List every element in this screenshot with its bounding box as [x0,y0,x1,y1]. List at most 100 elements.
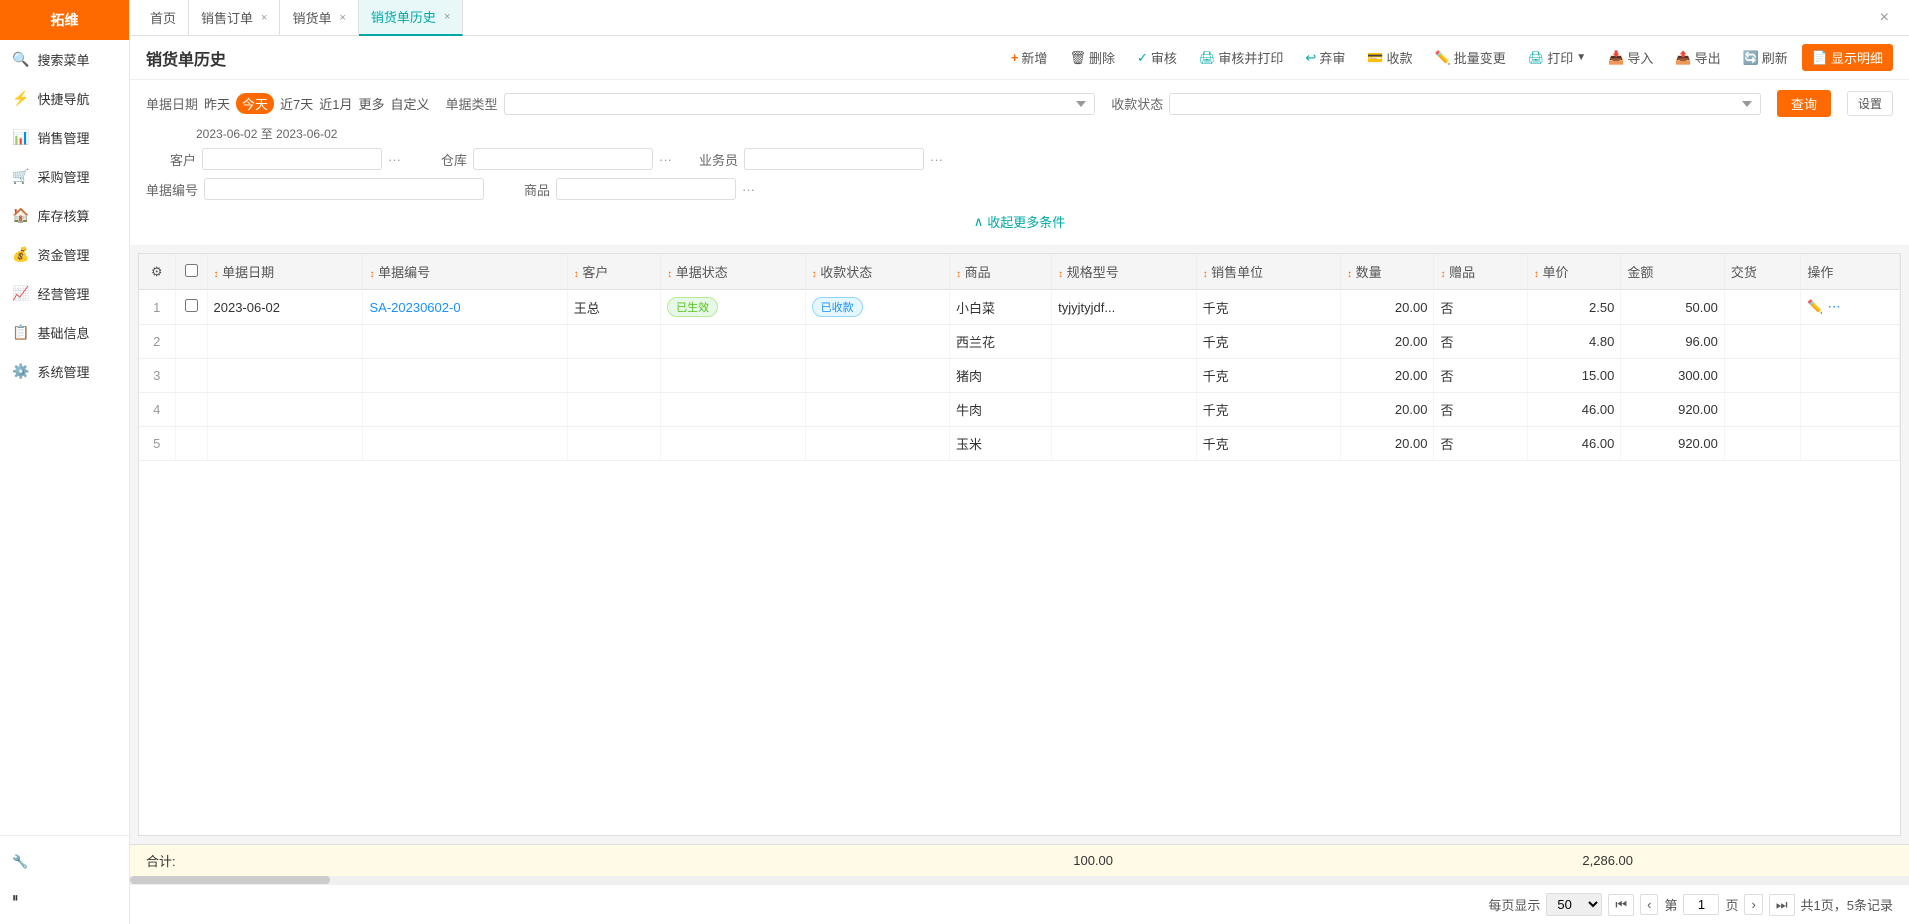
filter-date: 单据日期 昨天 今天 近7天 近1月 更多 自定义 [146,93,430,114]
edit-icon[interactable]: ✏️ [1807,299,1823,314]
sidebar-item-operation-mgmt[interactable]: 📈 经营管理 [0,274,129,313]
goods-dots[interactable]: ··· [742,182,755,197]
add-label: 新增 [1021,48,1047,67]
next-page-button[interactable]: › [1744,894,1762,915]
horizontal-scrollbar[interactable] [130,876,1909,884]
add-button[interactable]: + 新增 [1003,44,1056,71]
shortcut-more[interactable]: 更多 [359,94,385,113]
export-button[interactable]: 📤 导出 [1667,44,1728,71]
col-doc-status[interactable]: ↕ 单据状态 [661,254,805,290]
sidebar-item-basic-info[interactable]: 📋 基础信息 [0,313,129,352]
sidebar-item-label: 资金管理 [37,245,89,264]
batch-change-button[interactable]: ✏️ 批量变更 [1427,44,1514,71]
cell-checkbox[interactable] [175,427,207,461]
delete-button[interactable]: 🗑 删除 [1061,44,1123,71]
customer-input[interactable] [202,148,382,170]
cell-unit-price: 4.80 [1527,325,1620,359]
print-button[interactable]: 🖨 打印 ▼ [1520,44,1594,71]
goods-input[interactable] [556,178,736,200]
payment-status-select[interactable] [1169,93,1761,115]
date-range-display: 2023-06-02 至 2023-06-02 [196,125,337,142]
cell-qty: 20.00 [1341,393,1434,427]
row-checkbox[interactable] [185,299,198,312]
tabs-bar-close-all[interactable]: × [1868,9,1901,27]
sidebar-item-finance-mgmt[interactable]: 💰 资金管理 [0,235,129,274]
cell-checkbox[interactable] [175,325,207,359]
col-unit-price[interactable]: ↕ 单价 [1527,254,1620,290]
tab-home[interactable]: 首页 [138,0,189,36]
abandon-button[interactable]: ↩ 弃审 [1297,44,1353,71]
cell-operation [1801,393,1900,427]
sidebar-item-purchase-mgmt[interactable]: 🛒 采购管理 [0,157,129,196]
first-page-button[interactable]: ⏮ [1608,894,1634,916]
tab-sales-goods-close[interactable]: × [339,12,345,24]
sidebar-item-label: 搜索菜单 [37,50,89,69]
col-payment-status[interactable]: ↕ 收款状态 [805,254,949,290]
col-customer[interactable]: ↕ 客户 [567,254,660,290]
shortcut-1month[interactable]: 近1月 [319,94,352,113]
tab-sales-goods[interactable]: 销货单 × [280,0,358,36]
sidebar-item-sales-mgmt[interactable]: 📊 销售管理 [0,118,129,157]
query-button[interactable]: 查询 [1777,90,1831,117]
prev-page-button[interactable]: ‹ [1640,894,1658,915]
sidebar-item-search-menu[interactable]: 🔍 搜索菜单 [0,40,129,79]
tab-sales-goods-history[interactable]: 销货单历史 × [359,0,463,36]
sidebar-settings-btn[interactable]: 🔧 [0,844,129,880]
col-goods[interactable]: ↕ 商品 [950,254,1052,290]
tab-sales-order[interactable]: 销售订单 × [189,0,280,36]
shortcut-custom[interactable]: 自定义 [391,94,430,113]
shortcut-yesterday[interactable]: 昨天 [204,94,230,113]
import-button[interactable]: 📥 导入 [1600,44,1661,71]
page-input[interactable] [1683,894,1719,915]
col-unit[interactable]: ↕ 销售单位 [1196,254,1340,290]
cell-customer [567,359,660,393]
customer-dots[interactable]: ··· [388,152,401,167]
cell-checkbox[interactable] [175,290,207,325]
doc-no-input[interactable] [204,178,484,200]
tab-sales-goods-history-close[interactable]: × [444,11,450,23]
sidebar-pause-btn[interactable]: ⏸ [0,880,129,916]
select-all-checkbox[interactable] [185,264,198,277]
more-icon[interactable]: ⋯ [1828,299,1841,314]
cell-checkbox[interactable] [175,359,207,393]
shortcut-7days[interactable]: 近7天 [280,94,313,113]
cell-transaction [1724,359,1801,393]
audit-button[interactable]: ✓ 审核 [1129,44,1185,71]
sidebar-item-inventory-calc[interactable]: 🏠 库存核算 [0,196,129,235]
col-gift[interactable]: ↕ 赠品 [1434,254,1527,290]
doc-type-select[interactable] [504,93,1096,115]
salesperson-label: 业务员 [688,150,738,169]
sidebar-item-quick-nav[interactable]: ⚡ 快捷导航 [0,79,129,118]
refresh-icon: 🔄 [1743,50,1759,66]
warehouse-dots[interactable]: ··· [659,152,672,167]
salesperson-input[interactable] [744,148,924,170]
collapse-button[interactable]: ∧ 收起更多条件 [146,208,1893,235]
settings-button[interactable]: 设置 [1847,91,1893,116]
cell-gift: 否 [1434,427,1527,461]
table-area: ⚙ ↕ 单据日期 ↕ 单据编号 ↕ 客户 ↕ 单据状态 ↕ 收款状态 ↕ 商品 … [138,253,1901,836]
col-checkbox[interactable] [175,254,207,290]
cell-operation [1801,427,1900,461]
warehouse-input[interactable] [473,148,653,170]
col-doc-date[interactable]: ↕ 单据日期 [207,254,363,290]
audit-print-button[interactable]: 🖨 审核并打印 [1191,44,1292,71]
sort-spec-icon: ↕ [1058,269,1063,280]
cell-row-no: 3 [139,359,175,393]
tab-sales-order-close[interactable]: × [261,12,267,24]
col-doc-no[interactable]: ↕ 单据编号 [363,254,567,290]
col-spec[interactable]: ↕ 规格型号 [1052,254,1196,290]
col-qty[interactable]: ↕ 数量 [1341,254,1434,290]
display-button[interactable]: 📄 显示明细 [1802,44,1893,71]
salesperson-dots[interactable]: ··· [930,152,943,167]
shortcut-today[interactable]: 今天 [236,93,274,114]
col-settings[interactable]: ⚙ [139,254,175,290]
tab-sales-goods-history-label: 销货单历史 [371,7,436,26]
collect-button[interactable]: 💳 收款 [1359,44,1420,71]
cell-checkbox[interactable] [175,393,207,427]
cell-doc-date [207,427,363,461]
refresh-button[interactable]: 🔄 刷新 [1735,44,1796,71]
sidebar-item-system-mgmt[interactable]: ⚙️ 系统管理 [0,352,129,391]
doc-no-link[interactable]: SA-20230602-0 [369,300,460,315]
per-page-select[interactable]: 50 20 100 [1546,893,1602,916]
last-page-button[interactable]: ⏭ [1769,894,1795,916]
